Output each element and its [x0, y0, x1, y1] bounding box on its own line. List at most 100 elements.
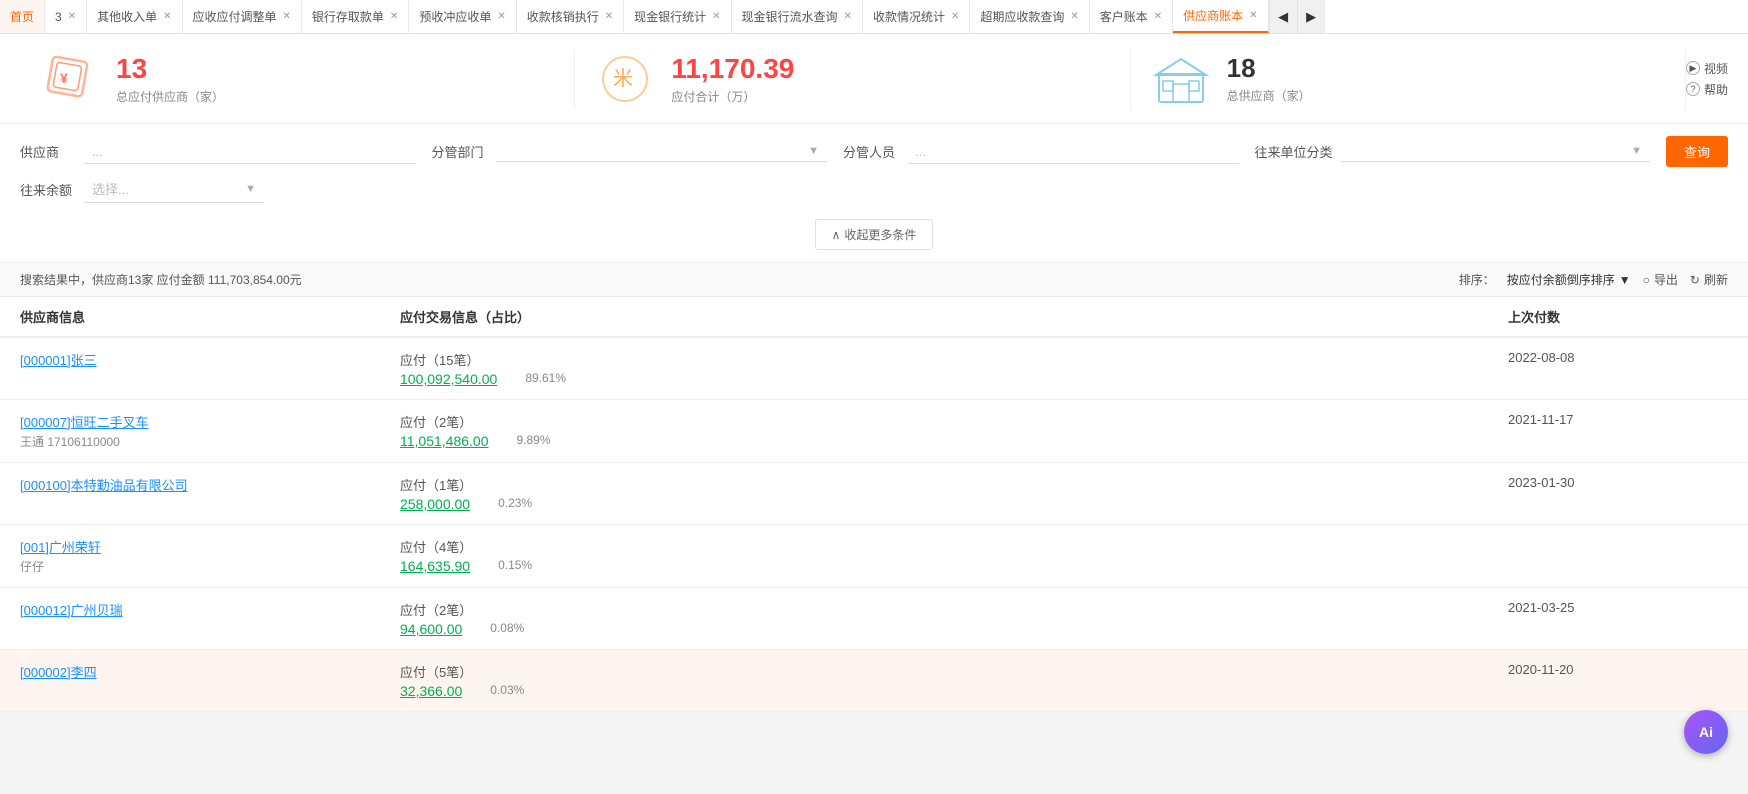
- tab-label: 应收应付调整单: [193, 8, 277, 25]
- nav-tab-home[interactable]: 首页: [0, 0, 45, 33]
- close-icon[interactable]: ✕: [1249, 10, 1257, 21]
- transaction-amount[interactable]: 32,366.00: [400, 683, 462, 699]
- transaction-info: 应付（2笔） 11,051,486.00 9.89%: [400, 412, 1508, 449]
- col-header-transaction: 应付交易信息（占比）: [400, 307, 1508, 326]
- results-actions: 排序： 按应付余额倒序排序 ▼ ○ 导出 ↻ 刷新: [1459, 271, 1728, 288]
- category-select[interactable]: ▼: [1341, 141, 1650, 162]
- ai-button[interactable]: Ai: [1684, 710, 1728, 754]
- transaction-label: 应付（1笔）: [400, 475, 1508, 494]
- close-icon[interactable]: ✕: [1154, 11, 1162, 22]
- supplier-name-link[interactable]: [000001]张三: [20, 350, 400, 369]
- tab-label: 其他收入单: [97, 8, 157, 25]
- balance-select[interactable]: 选择... ▼: [84, 175, 264, 203]
- tab-label: 现金银行统计: [634, 8, 706, 25]
- nav-tab-cashbank-stat[interactable]: 现金银行统计 ✕: [624, 0, 731, 33]
- close-icon[interactable]: ✕: [390, 11, 398, 22]
- nav-tab-cashbank-flow[interactable]: 现金银行流水查询 ✕: [732, 0, 863, 33]
- video-link[interactable]: ▶ 视频: [1686, 60, 1728, 77]
- nav-tab-customer-ledger[interactable]: 客户账本 ✕: [1090, 0, 1173, 33]
- supplier-info: [000002]李四: [20, 662, 400, 681]
- transaction-amount[interactable]: 100,092,540.00: [400, 371, 497, 387]
- supplier-name-link[interactable]: [000002]李四: [20, 662, 400, 681]
- filter-category: 往来单位分类 ▼: [1255, 141, 1651, 162]
- table-row: [000100]本特勤油品有限公司 应付（1笔） 258,000.00 0.23…: [0, 463, 1748, 525]
- close-icon[interactable]: ✕: [497, 11, 505, 22]
- search-button[interactable]: 查询: [1666, 136, 1728, 167]
- supplier-name-link[interactable]: [000012]广州贝瑞: [20, 600, 400, 619]
- supplier-input[interactable]: [84, 140, 416, 164]
- nav-prev-arrow[interactable]: ◀: [1269, 0, 1297, 34]
- close-icon[interactable]: ✕: [712, 11, 720, 22]
- chevron-down-icon: ▼: [1631, 145, 1642, 157]
- chevron-down-icon: ▼: [1619, 273, 1631, 287]
- chevron-down-icon: ▼: [245, 183, 256, 195]
- nav-tab-bank[interactable]: 银行存取款单 ✕: [302, 0, 409, 33]
- home-label: 首页: [10, 8, 34, 25]
- last-pay-date: 2023-01-30: [1508, 475, 1728, 490]
- supplier-table: 供应商信息 应付交易信息（占比） 上次付数 [000001]张三 应付（15笔）…: [0, 297, 1748, 712]
- transaction-info: 应付（5笔） 32,366.00 0.03%: [400, 662, 1508, 699]
- last-pay-date: 2020-11-20: [1508, 662, 1728, 677]
- close-icon[interactable]: ✕: [163, 11, 171, 22]
- table-row: [001]广州荣轩 仔仔 应付（4笔） 164,635.90 0.15%: [0, 525, 1748, 588]
- supplier-name-link[interactable]: [000100]本特勤油品有限公司: [20, 475, 400, 494]
- filter-person: 分管人员: [843, 140, 1239, 164]
- supplier-name-link[interactable]: [001]广州荣轩: [20, 537, 400, 556]
- nav-tab-adjustment[interactable]: 应收应付调整单 ✕: [183, 0, 302, 33]
- close-icon[interactable]: ✕: [68, 11, 76, 22]
- transaction-label: 应付（2笔）: [400, 600, 1508, 619]
- nav-tab-overdue[interactable]: 超期应收款查询 ✕: [970, 0, 1089, 33]
- last-pay-date: 2021-11-17: [1508, 412, 1728, 427]
- filter-balance: 往来余额 选择... ▼: [20, 175, 1728, 203]
- transaction-percent: 89.61%: [525, 371, 566, 385]
- dept-select[interactable]: ▼: [496, 141, 828, 162]
- nav-tab-other-income[interactable]: 其他收入单 ✕: [87, 0, 182, 33]
- summary-payable-suppliers: ¥ 13 总应付供应商（家）: [20, 49, 575, 109]
- sort-label: 排序：: [1459, 271, 1495, 288]
- export-button[interactable]: ○ 导出: [1643, 271, 1678, 288]
- transaction-percent: 0.03%: [490, 683, 524, 697]
- sort-select[interactable]: 按应付余额倒序排序 ▼: [1507, 271, 1631, 288]
- table-row: [000001]张三 应付（15笔） 100,092,540.00 89.61%…: [0, 338, 1748, 400]
- close-icon[interactable]: ✕: [605, 11, 613, 22]
- total-suppliers-content: 18 总供应商（家）: [1227, 53, 1311, 103]
- transaction-amount[interactable]: 94,600.00: [400, 621, 462, 637]
- supplier-info: [000007]恒旺二手叉车 王通 17106110000: [20, 412, 400, 450]
- close-icon[interactable]: ✕: [283, 11, 291, 22]
- nav-tab-supplier-ledger[interactable]: 供应商账本 ✕: [1173, 0, 1268, 33]
- nav-tab-3[interactable]: 3 ✕: [45, 0, 87, 33]
- nav-tab-collection-stat[interactable]: 收款情况统计 ✕: [863, 0, 970, 33]
- transaction-label: 应付（4笔）: [400, 537, 1508, 556]
- supplier-name-link[interactable]: [000007]恒旺二手叉车: [20, 412, 400, 431]
- tab-label: 超期应收款查询: [980, 8, 1064, 25]
- supplier-info: [000012]广州贝瑞: [20, 600, 400, 619]
- table-row: [000002]李四 应付（5笔） 32,366.00 0.03% 2020-1…: [0, 650, 1748, 712]
- nav-tab-collection[interactable]: 收款核销执行 ✕: [517, 0, 624, 33]
- close-icon[interactable]: ✕: [844, 11, 852, 22]
- refresh-button[interactable]: ↻ 刷新: [1690, 271, 1728, 288]
- total-suppliers-label: 总供应商（家）: [1227, 87, 1311, 104]
- top-navigation: 首页 3 ✕ 其他收入单 ✕ 应收应付调整单 ✕ 银行存取款单 ✕ 预收冲应收单…: [0, 0, 1748, 34]
- transaction-percent: 0.15%: [498, 558, 532, 572]
- nav-next-arrow[interactable]: ▶: [1297, 0, 1325, 34]
- transaction-amount[interactable]: 11,051,486.00: [400, 433, 489, 449]
- col-header-supplier: 供应商信息: [20, 307, 400, 326]
- table-row: [000012]广州贝瑞 应付（2笔） 94,600.00 0.08% 2021…: [0, 588, 1748, 650]
- table-body: [000001]张三 应付（15笔） 100,092,540.00 89.61%…: [0, 338, 1748, 712]
- last-pay-date: 2021-03-25: [1508, 600, 1728, 615]
- person-input[interactable]: [907, 140, 1239, 164]
- help-link[interactable]: ? 帮助: [1686, 81, 1728, 98]
- nav-tab-advance[interactable]: 预收冲应收单 ✕: [409, 0, 516, 33]
- supplier-sub: 仔仔: [20, 558, 400, 575]
- tab-3-label: 3: [55, 10, 62, 24]
- summary-total-suppliers: 18 总供应商（家）: [1131, 49, 1686, 109]
- chevron-down-icon: ▼: [808, 145, 819, 157]
- transaction-amount[interactable]: 164,635.90: [400, 558, 470, 574]
- close-icon[interactable]: ✕: [951, 11, 959, 22]
- payable-suppliers-content: 13 总应付供应商（家）: [116, 52, 224, 105]
- close-icon[interactable]: ✕: [1070, 11, 1078, 22]
- transaction-info: 应付（2笔） 94,600.00 0.08%: [400, 600, 1508, 637]
- collapse-button[interactable]: ∧ 收起更多条件: [815, 219, 934, 250]
- person-filter-label: 分管人员: [843, 142, 899, 161]
- transaction-amount[interactable]: 258,000.00: [400, 496, 470, 512]
